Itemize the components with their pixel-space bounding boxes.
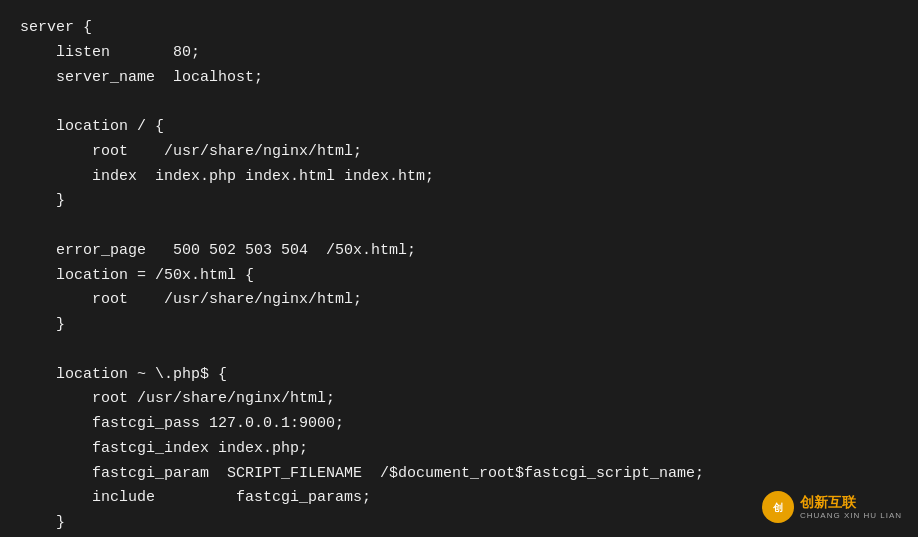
code-line: location = /50x.html { [20,267,254,284]
code-line: include fastcgi_params; [20,489,371,506]
code-line: fastcgi_pass 127.0.0.1:9000; [20,415,344,432]
code-line: fastcgi_param SCRIPT_FILENAME /$document… [20,465,704,482]
code-line: root /usr/share/nginx/html; [20,143,362,160]
code-block: server { listen 80; server_name localhos… [20,16,898,537]
code-line: location / { [20,118,164,135]
code-line: fastcgi_index index.php; [20,440,308,457]
code-line [20,217,29,234]
code-line [20,341,29,358]
code-line: server { [20,19,92,36]
watermark-logo: 创 [762,491,794,523]
code-line: root /usr/share/nginx/html; [20,291,362,308]
svg-text:创: 创 [772,502,783,513]
code-line: server_name localhost; [20,69,263,86]
watermark: 创 创新互联 CHUANG XIN HU LIAN [762,491,902,523]
code-line: } [20,316,65,333]
code-line: error_page 500 502 503 504 /50x.html; [20,242,416,259]
code-line: root /usr/share/nginx/html; [20,390,335,407]
watermark-cn-label: 创新互联 [800,494,856,511]
code-line: location ~ \.php$ { [20,366,227,383]
code-container: server { listen 80; server_name localhos… [0,0,918,537]
code-line [20,93,29,110]
watermark-pinyin-label: CHUANG XIN HU LIAN [800,511,902,520]
code-line: listen 80; [20,44,200,61]
watermark-text-block: 创新互联 CHUANG XIN HU LIAN [800,494,902,520]
code-line: } [20,514,65,531]
code-line: index index.php index.html index.htm; [20,168,434,185]
code-line: } [20,192,65,209]
brand-icon: 创 [767,496,789,518]
